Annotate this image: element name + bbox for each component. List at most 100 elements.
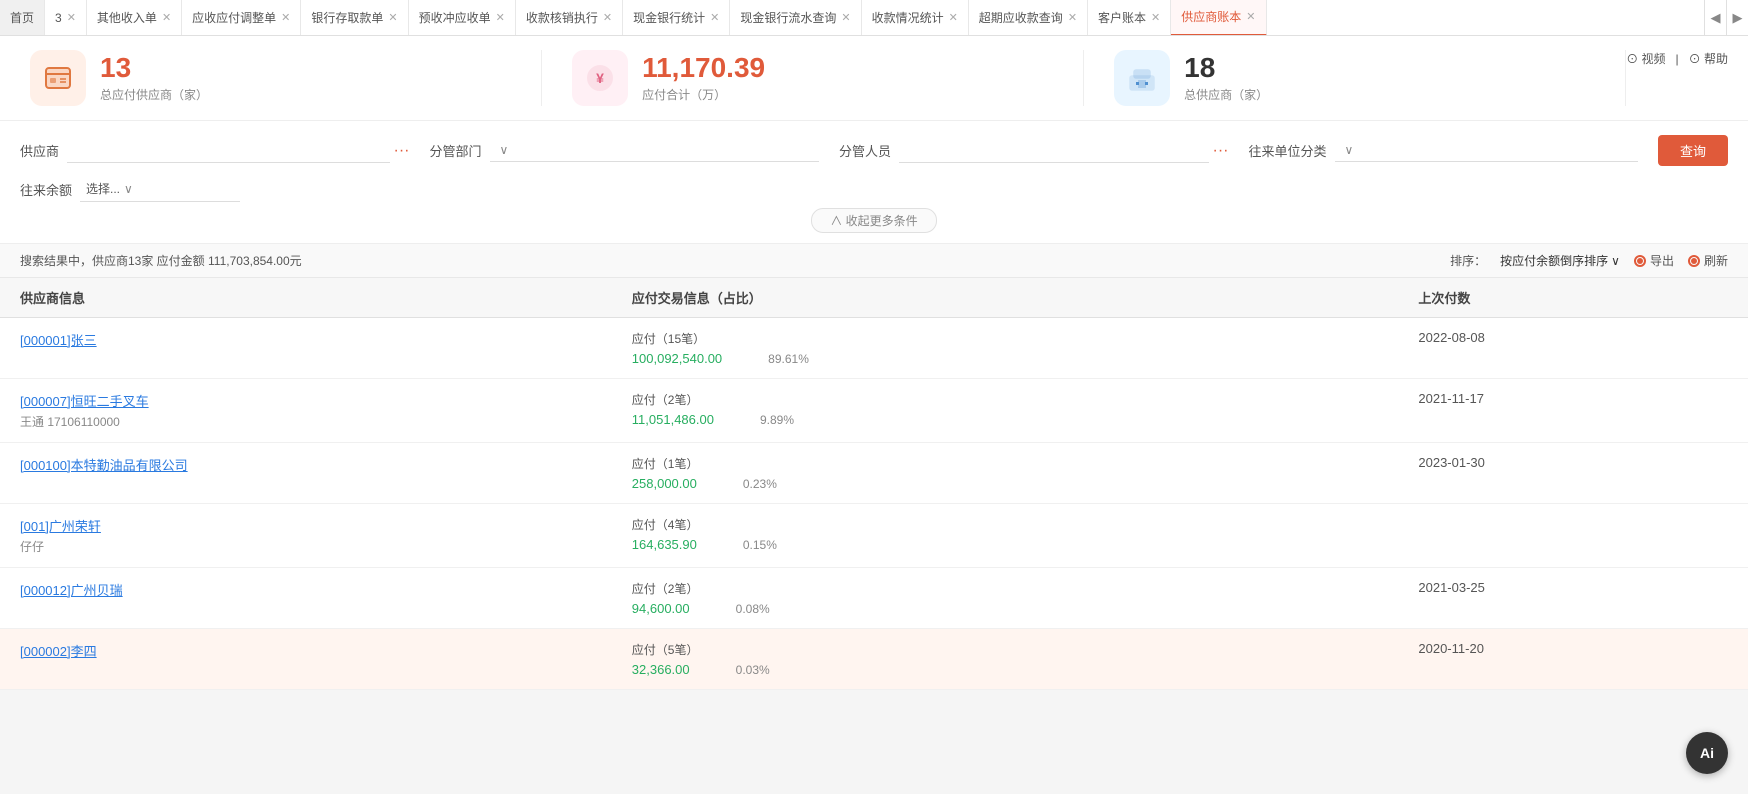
results-actions: 排序： 按应付余额倒序排序 ∨ 导出 刷新	[1450, 252, 1728, 269]
close-tab-3[interactable]: ✕	[67, 11, 76, 24]
col-last-payment: 上次付数	[1398, 278, 1748, 318]
tab-bank-deposit[interactable]: 银行存取款单 ✕	[301, 0, 408, 36]
supplier-link[interactable]: [000012]广州贝瑞	[20, 583, 123, 598]
tab-prepay[interactable]: 预收冲应收单 ✕	[409, 0, 516, 36]
supplier-table: 供应商信息 应付交易信息（占比） 上次付数 [000001]张三应付（15笔）1…	[0, 278, 1748, 690]
summary-total-suppliers: 18 总供应商（家）	[1084, 50, 1626, 106]
svg-text:¥: ¥	[596, 70, 604, 86]
supplier-info-cell: [000001]张三	[0, 318, 612, 379]
close-tab-customer[interactable]: ✕	[1151, 11, 1160, 24]
tx-amount[interactable]: 258,000.00	[632, 476, 697, 491]
close-tab-receipt-stat[interactable]: ✕	[949, 11, 958, 24]
table-row: [001]广州荣轩仔仔应付（4笔）164,635.900.15%	[0, 504, 1748, 568]
supplier-input[interactable]	[67, 139, 390, 163]
balance-dropdown[interactable]: 选择... ∨	[80, 176, 240, 202]
search-area: 供应商 ··· 分管部门 ∨ 分管人员 ··· 往来单位分类 ∨ 查询 往来	[0, 121, 1748, 244]
tab-home[interactable]: 首页	[0, 0, 45, 36]
tab-cash-bank-stat-label: 现金银行统计	[633, 9, 705, 26]
ai-label: Ai	[1700, 745, 1714, 761]
tab-receipt-stat-label: 收款情况统计	[872, 9, 944, 26]
ai-assistant-button[interactable]: Ai	[1686, 732, 1728, 774]
tx-amount[interactable]: 164,635.90	[632, 537, 697, 552]
tab-supplier-book-label: 供应商账本	[1181, 8, 1241, 25]
tab-supplier-book[interactable]: 供应商账本 ✕	[1171, 0, 1266, 36]
supplier-link[interactable]: [000100]本特勤油品有限公司	[20, 458, 188, 473]
category-label: 往来单位分类	[1249, 141, 1327, 160]
last-payment-cell: 2022-08-08	[1398, 318, 1748, 379]
results-summary: 搜索结果中，供应商13家 应付金额 111,703,854.00元	[20, 252, 302, 269]
table-row: [000002]李四应付（5笔）32,366.000.03%2020-11-20	[0, 629, 1748, 690]
tx-info-cell: 应付（2笔）11,051,486.009.89%	[612, 379, 1399, 443]
supplier-link[interactable]: [001]广州荣轩	[20, 519, 101, 534]
tab-overdue-ar[interactable]: 超期应收款查询 ✕	[969, 0, 1088, 36]
tx-amount[interactable]: 94,600.00	[632, 601, 690, 616]
export-button[interactable]: 导出	[1634, 252, 1674, 269]
person-input[interactable]	[899, 139, 1209, 163]
person-field: 分管人员 ···	[839, 139, 1229, 163]
summary-payable-total: ¥ 11,170.39 应付合计（万）	[542, 50, 1084, 106]
export-icon	[1634, 255, 1646, 267]
summary-bar: 13 总应付供应商（家） ¥ 11,170.39 应付合计（万） 1	[0, 36, 1748, 121]
nav-left-arrow[interactable]: ◀	[1704, 0, 1726, 36]
query-button[interactable]: 查询	[1658, 135, 1728, 166]
last-payment-cell: 2020-11-20	[1398, 629, 1748, 690]
sort-dropdown[interactable]: 按应付余额倒序排序 ∨	[1500, 252, 1620, 269]
supplier-dots[interactable]: ···	[394, 142, 410, 160]
top-links: ⊙ 视频 | ⊙ 帮助	[1626, 50, 1728, 67]
tab-cash-flow[interactable]: 现金银行流水查询 ✕	[730, 0, 861, 36]
last-payment-cell: 2021-11-17	[1398, 379, 1748, 443]
tab-cash-bank-stat[interactable]: 现金银行统计 ✕	[623, 0, 730, 36]
tx-percent: 0.23%	[743, 477, 777, 491]
close-tab-prepay[interactable]: ✕	[496, 11, 505, 24]
tab-receipt-exec[interactable]: 收款核销执行 ✕	[516, 0, 623, 36]
tx-amount[interactable]: 32,366.00	[632, 662, 690, 677]
collapse-bar: ∧ 收起更多条件	[20, 202, 1728, 233]
tab-other-income-label: 其他收入单	[97, 9, 157, 26]
person-dots[interactable]: ···	[1213, 142, 1229, 160]
tab-prepay-label: 预收冲应收单	[419, 9, 491, 26]
tx-amount[interactable]: 11,051,486.00	[632, 412, 714, 427]
tx-percent: 89.61%	[768, 352, 809, 366]
close-tab-cash-flow[interactable]: ✕	[841, 11, 850, 24]
close-tab-supplier[interactable]: ✕	[1246, 10, 1255, 23]
tx-label: 应付（5笔）	[632, 643, 699, 657]
tx-percent: 0.15%	[743, 538, 777, 552]
tx-amount[interactable]: 100,092,540.00	[632, 351, 722, 366]
table-row: [000100]本特勤油品有限公司应付（1笔）258,000.000.23%20…	[0, 443, 1748, 504]
tab-ar-ap-adjust-label: 应收应付调整单	[192, 9, 276, 26]
nav-right-arrow[interactable]: ▶	[1726, 0, 1748, 36]
refresh-button[interactable]: 刷新	[1688, 252, 1728, 269]
tab-customer-book[interactable]: 客户账本 ✕	[1088, 0, 1171, 36]
table-header-row: 供应商信息 应付交易信息（占比） 上次付数	[0, 278, 1748, 318]
category-dropdown[interactable]: ∨	[1335, 139, 1638, 162]
tab-overdue-ar-label: 超期应收款查询	[979, 9, 1063, 26]
supplier-link[interactable]: [000002]李四	[20, 644, 97, 659]
close-tab-other-income[interactable]: ✕	[162, 11, 171, 24]
col-tx-info: 应付交易信息（占比）	[612, 278, 1399, 318]
supplier-link[interactable]: [000007]恒旺二手叉车	[20, 394, 149, 409]
export-label: 导出	[1650, 252, 1674, 269]
tab-receipt-stat[interactable]: 收款情况统计 ✕	[862, 0, 969, 36]
close-tab-ar-ap[interactable]: ✕	[281, 11, 290, 24]
supplier-link[interactable]: [000001]张三	[20, 333, 97, 348]
collapse-button[interactable]: ∧ 收起更多条件	[811, 208, 936, 233]
refresh-label: 刷新	[1704, 252, 1728, 269]
help-link[interactable]: ⊙ 帮助	[1689, 50, 1728, 67]
video-link[interactable]: ⊙ 视频	[1626, 50, 1665, 67]
close-tab-overdue[interactable]: ✕	[1068, 11, 1077, 24]
balance-field: 往来余额 选择... ∨	[20, 176, 240, 202]
payable-suppliers-icon	[30, 50, 86, 106]
tab-other-income[interactable]: 其他收入单 ✕	[87, 0, 182, 36]
last-payment-date: 2021-11-17	[1418, 391, 1484, 406]
tab-3[interactable]: 3 ✕	[45, 0, 87, 36]
payable-total-label: 应付合计（万）	[642, 86, 765, 103]
department-dropdown[interactable]: ∨	[490, 139, 819, 162]
tab-ar-ap-adjust[interactable]: 应收应付调整单 ✕	[182, 0, 301, 36]
tx-info-cell: 应付（1笔）258,000.000.23%	[612, 443, 1399, 504]
close-tab-bank[interactable]: ✕	[388, 11, 397, 24]
sort-arrow: ∨	[1611, 254, 1620, 268]
data-table-wrapper: 供应商信息 应付交易信息（占比） 上次付数 [000001]张三应付（15笔）1…	[0, 278, 1748, 690]
tab-3-label: 3	[55, 11, 62, 25]
close-tab-receipt[interactable]: ✕	[603, 11, 612, 24]
close-tab-cash-bank[interactable]: ✕	[710, 11, 719, 24]
